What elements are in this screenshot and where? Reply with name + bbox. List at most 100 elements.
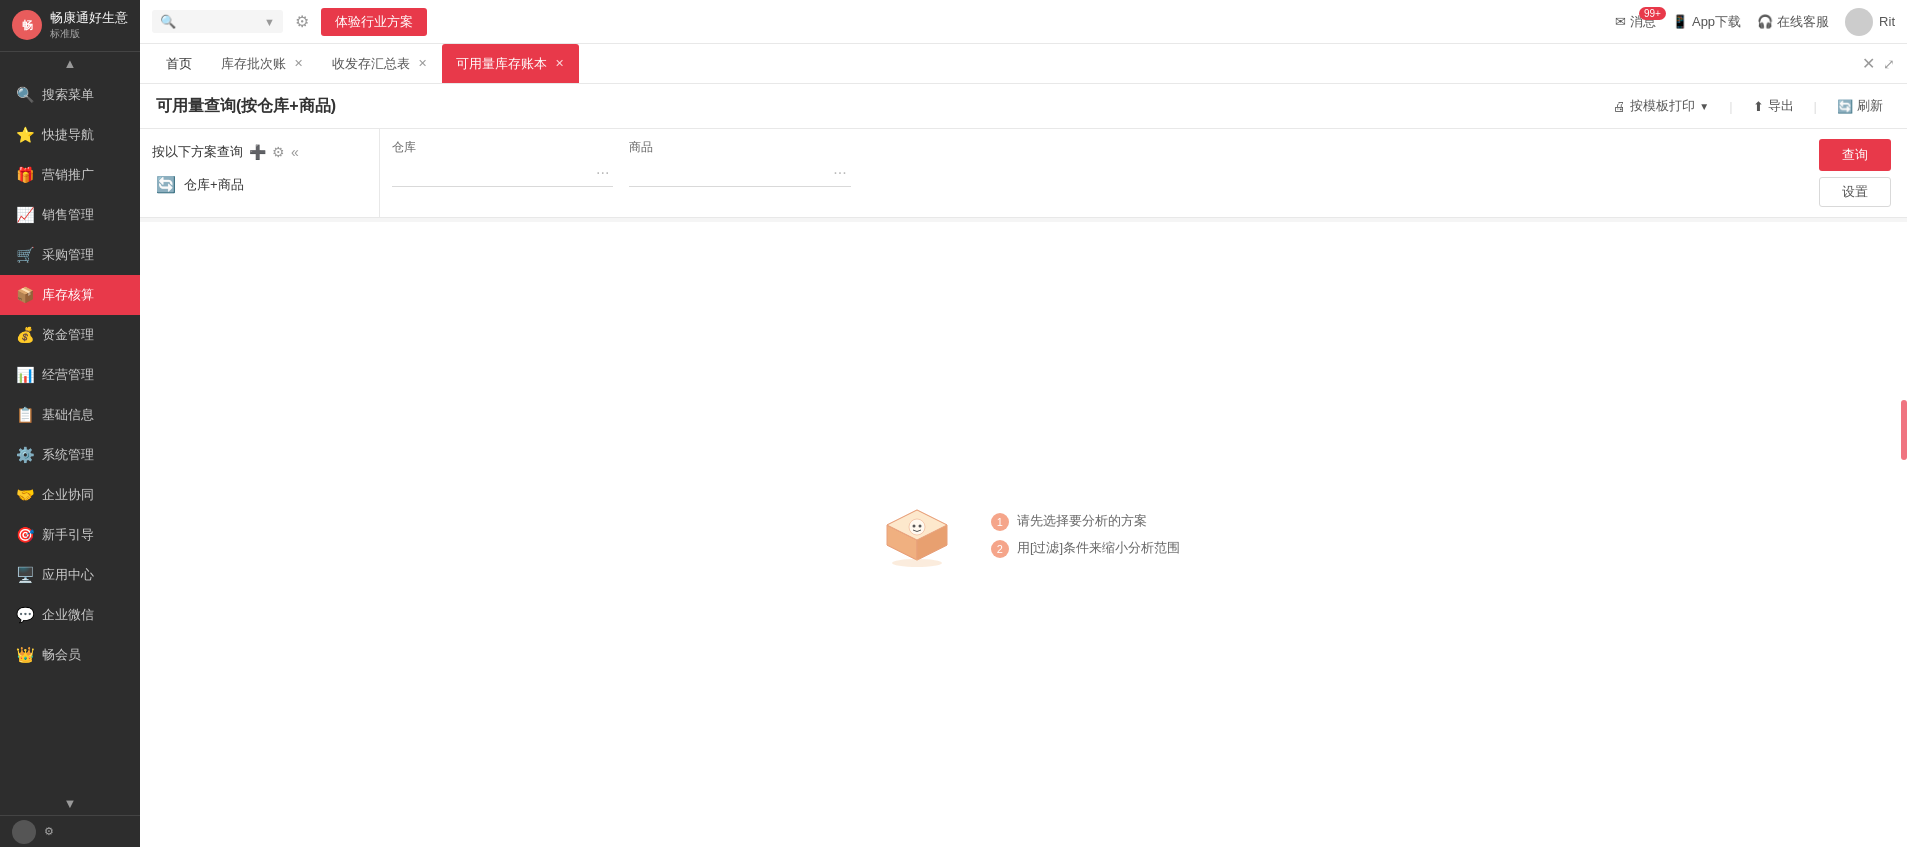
tab-recv-summary-close[interactable]: ✕ bbox=[418, 57, 427, 70]
print-dropdown-icon[interactable]: ▼ bbox=[1699, 101, 1709, 112]
cart-icon: 🛒 bbox=[16, 246, 34, 264]
settings-icon[interactable]: ⚙ bbox=[44, 825, 54, 838]
tip-num-2: 2 bbox=[991, 540, 1009, 558]
sidebar-item-marketing[interactable]: 🎁 营销推广 bbox=[0, 155, 140, 195]
goods-input[interactable] bbox=[633, 166, 833, 181]
warehouse-field-label: 仓库 bbox=[392, 139, 613, 156]
sidebar-header: 畅 畅康通好生意 标准版 bbox=[0, 0, 140, 52]
target-icon: 🎯 bbox=[16, 526, 34, 544]
sidebar-item-label: 企业协同 bbox=[42, 486, 94, 504]
tab-batch-ledger-close[interactable]: ✕ bbox=[294, 57, 303, 70]
user-menu[interactable]: Rit bbox=[1845, 8, 1895, 36]
filter-panel: 按以下方案查询 ➕ ⚙ « 🔄 仓库+商品 仓库 ··· bbox=[140, 129, 1907, 218]
refresh-label: 刷新 bbox=[1857, 97, 1883, 115]
tab-batch-ledger[interactable]: 库存批次账 ✕ bbox=[207, 44, 318, 83]
headset-icon: 🎧 bbox=[1757, 14, 1773, 29]
sidebar-item-label: 应用中心 bbox=[42, 566, 94, 584]
scheme-item-warehouse-goods[interactable]: 🔄 仓库+商品 bbox=[140, 167, 379, 202]
sidebar-item-operations[interactable]: 📊 经营管理 bbox=[0, 355, 140, 395]
scheme-item-label: 仓库+商品 bbox=[184, 176, 244, 194]
settings-scheme-button[interactable]: ⚙ bbox=[272, 144, 285, 160]
industry-solution-button[interactable]: 体验行业方案 bbox=[321, 8, 427, 36]
message-button[interactable]: ✉ 消息 99+ bbox=[1615, 13, 1656, 31]
tab-avail-ledger-close[interactable]: ✕ bbox=[555, 57, 564, 70]
content-area: 可用量查询(按仓库+商品) 🖨 按模板打印 ▼ | ⬆ 导出 | 🔄 刷新 bbox=[140, 84, 1907, 847]
tabs-expand-button[interactable]: ⤢ bbox=[1883, 56, 1895, 72]
sidebar-item-corp-collab[interactable]: 🤝 企业协同 bbox=[0, 475, 140, 515]
sidebar-item-sales[interactable]: 📈 销售管理 bbox=[0, 195, 140, 235]
sidebar-scroll-up[interactable]: ▲ bbox=[0, 52, 140, 75]
warehouse-input[interactable] bbox=[396, 166, 596, 181]
sidebar-item-label: 营销推广 bbox=[42, 166, 94, 184]
sidebar-item-new-guide[interactable]: 🎯 新手引导 bbox=[0, 515, 140, 555]
goods-more-icon[interactable]: ··· bbox=[833, 164, 846, 182]
export-button[interactable]: ⬆ 导出 bbox=[1745, 94, 1802, 118]
tip-num-1: 1 bbox=[991, 513, 1009, 531]
query-button[interactable]: 查询 bbox=[1819, 139, 1891, 171]
tab-recv-summary-label: 收发存汇总表 bbox=[332, 55, 410, 73]
sidebar-item-label: 搜索菜单 bbox=[42, 86, 94, 104]
tab-avail-ledger[interactable]: 可用量库存账本 ✕ bbox=[442, 44, 579, 83]
topbar: 🔍 ▼ ⚙ 体验行业方案 ✉ 消息 99+ 📱 App下载 🎧 在线客服 Rit bbox=[140, 0, 1907, 44]
sidebar-subtitle: 标准版 bbox=[50, 27, 128, 41]
add-scheme-button[interactable]: ➕ bbox=[249, 144, 266, 160]
page-header: 可用量查询(按仓库+商品) 🖨 按模板打印 ▼ | ⬆ 导出 | 🔄 刷新 bbox=[140, 84, 1907, 129]
tab-recv-summary[interactable]: 收发存汇总表 ✕ bbox=[318, 44, 442, 83]
tabs-right-controls: ✕ ⤢ bbox=[1862, 54, 1895, 73]
sidebar-item-inventory[interactable]: 📦 库存核算 bbox=[0, 275, 140, 315]
tab-batch-ledger-label: 库存批次账 bbox=[221, 55, 286, 73]
tabs-bar: 首页 库存批次账 ✕ 收发存汇总表 ✕ 可用量库存账本 ✕ ✕ ⤢ bbox=[140, 44, 1907, 84]
sidebar-item-label: 库存核算 bbox=[42, 286, 94, 304]
sidebar-item-label: 采购管理 bbox=[42, 246, 94, 264]
username-label: Rit bbox=[1879, 14, 1895, 29]
sidebar-item-label: 资金管理 bbox=[42, 326, 94, 344]
sidebar-item-wechat[interactable]: 💬 企业微信 bbox=[0, 595, 140, 635]
sidebar-item-system[interactable]: ⚙️ 系统管理 bbox=[0, 435, 140, 475]
sidebar-scroll-down[interactable]: ▼ bbox=[0, 792, 140, 815]
sidebar-item-app-center[interactable]: 🖥️ 应用中心 bbox=[0, 555, 140, 595]
refresh-button[interactable]: 🔄 刷新 bbox=[1829, 94, 1891, 118]
svg-point-6 bbox=[909, 519, 925, 535]
app-download-button[interactable]: 📱 App下载 bbox=[1672, 13, 1741, 31]
handshake-icon: 🤝 bbox=[16, 486, 34, 504]
empty-tip-1: 1 请先选择要分析的方案 bbox=[991, 512, 1180, 531]
tabs-close-all-button[interactable]: ✕ bbox=[1862, 54, 1875, 73]
topbar-search-box[interactable]: 🔍 ▼ bbox=[152, 10, 283, 33]
star-icon: ⭐ bbox=[16, 126, 34, 144]
sidebar-item-purchase[interactable]: 🛒 采购管理 bbox=[0, 235, 140, 275]
sidebar-item-label: 新手引导 bbox=[42, 526, 94, 544]
message-badge: 99+ bbox=[1639, 7, 1666, 20]
list-icon: 📋 bbox=[16, 406, 34, 424]
gear-icon: ⚙️ bbox=[16, 446, 34, 464]
page-title: 可用量查询(按仓库+商品) bbox=[156, 96, 336, 117]
right-scrollbar[interactable] bbox=[1901, 400, 1907, 460]
user-avatar[interactable] bbox=[1845, 8, 1873, 36]
empty-tips: 1 请先选择要分析的方案 2 用[过滤]条件来缩小分析范围 bbox=[991, 512, 1180, 558]
dropdown-arrow-icon[interactable]: ▼ bbox=[264, 16, 275, 28]
sidebar-item-basic-info[interactable]: 📋 基础信息 bbox=[0, 395, 140, 435]
tab-home[interactable]: 首页 bbox=[152, 44, 207, 83]
scheme-header: 按以下方案查询 ➕ ⚙ « bbox=[140, 137, 379, 167]
empty-tip-2: 2 用[过滤]条件来缩小分析范围 bbox=[991, 539, 1180, 558]
scheme-list: 按以下方案查询 ➕ ⚙ « 🔄 仓库+商品 bbox=[140, 129, 380, 217]
sidebar-item-finance[interactable]: 💰 资金管理 bbox=[0, 315, 140, 355]
sidebar-footer: ⚙ bbox=[0, 815, 140, 847]
online-service-button[interactable]: 🎧 在线客服 bbox=[1757, 13, 1829, 31]
wechat-icon: 💬 bbox=[16, 606, 34, 624]
sidebar-logo: 畅 bbox=[12, 10, 42, 40]
search-icon: 🔍 bbox=[16, 86, 34, 104]
warehouse-input-wrapper: ··· bbox=[392, 160, 613, 187]
refresh-icon: 🔄 bbox=[1837, 99, 1853, 114]
warehouse-more-icon[interactable]: ··· bbox=[596, 164, 609, 182]
service-label: 在线客服 bbox=[1777, 13, 1829, 31]
user-avatar-small[interactable] bbox=[12, 820, 36, 844]
collapse-scheme-button[interactable]: « bbox=[291, 144, 299, 160]
sidebar-item-search[interactable]: 🔍 搜索菜单 bbox=[0, 75, 140, 115]
sidebar-item-shortcut[interactable]: ⭐ 快捷导航 bbox=[0, 115, 140, 155]
setting-button[interactable]: 设置 bbox=[1819, 177, 1891, 207]
sidebar-item-vip[interactable]: 👑 畅会员 bbox=[0, 635, 140, 675]
print-button[interactable]: 🖨 按模板打印 ▼ bbox=[1605, 94, 1717, 118]
gift-icon: 🎁 bbox=[16, 166, 34, 184]
search-input[interactable] bbox=[180, 15, 260, 29]
gear-button[interactable]: ⚙ bbox=[291, 8, 313, 35]
